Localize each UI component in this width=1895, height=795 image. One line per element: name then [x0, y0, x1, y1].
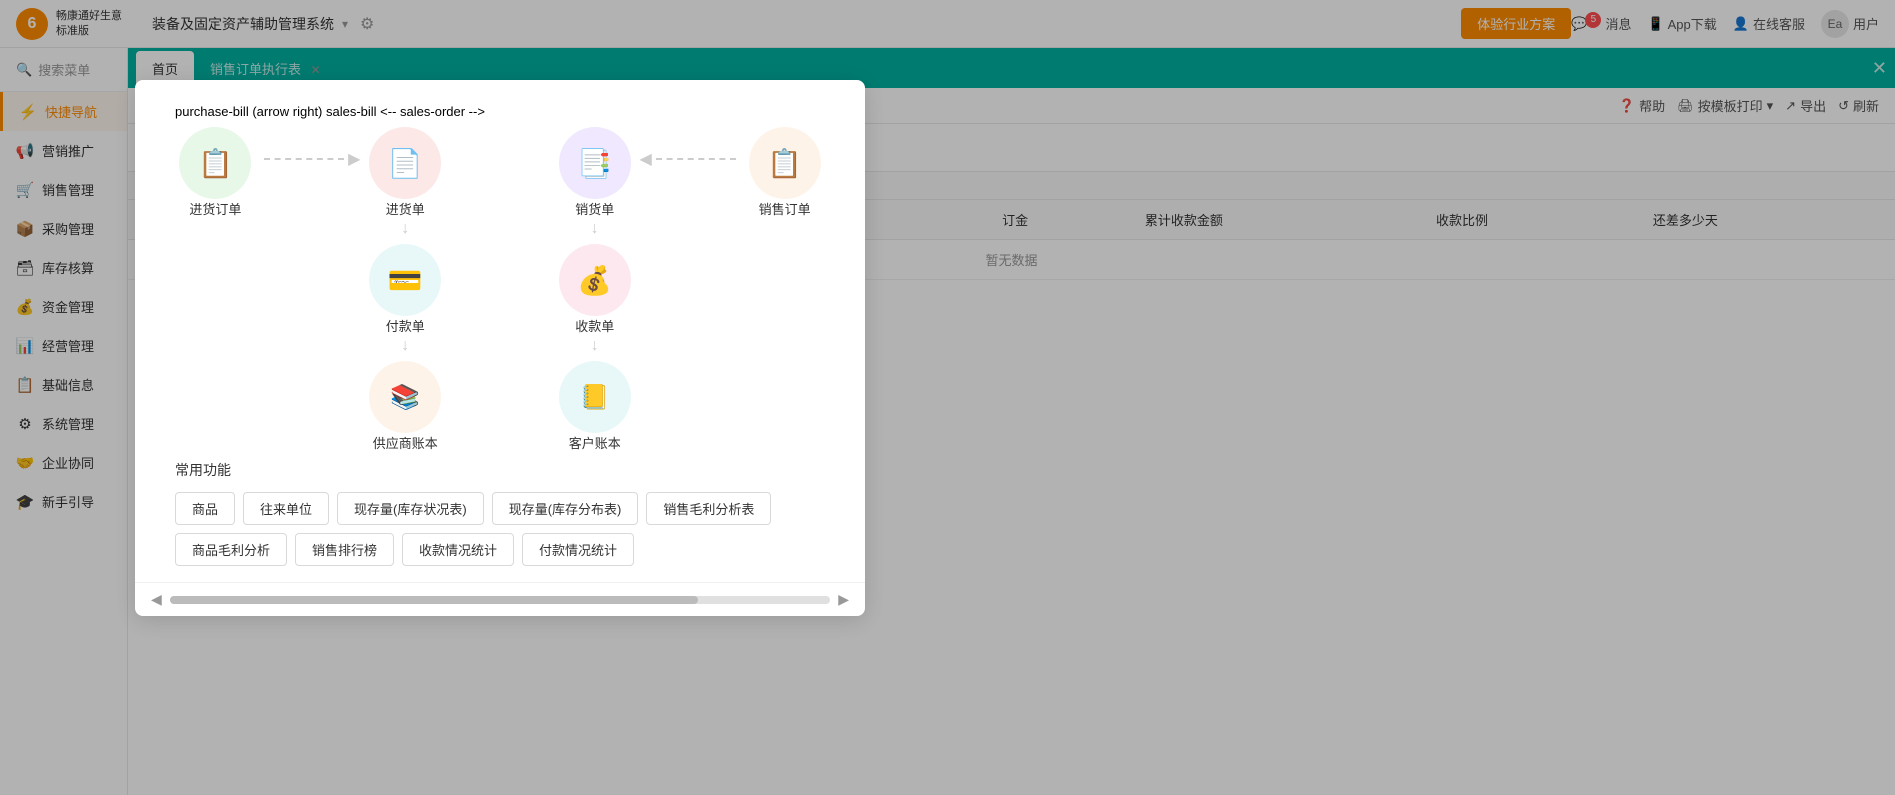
cf-btn-7[interactable]: 收款情况统计 [402, 533, 514, 566]
flow-node-sales-order[interactable]: 📋 [749, 127, 821, 199]
flow-node-payment-bill[interactable]: 💳 [369, 244, 441, 316]
flow-node-customer-account[interactable]: 📒 [559, 361, 631, 433]
flow-node-sales-bill[interactable]: 📑 [559, 127, 631, 199]
arrow-down-supplier: ↓ [401, 337, 409, 355]
scroll-track [170, 596, 830, 604]
cf-title: 常用功能 [175, 460, 825, 480]
cf-btn-4[interactable]: 销售毛利分析表 [646, 492, 771, 525]
purchase-bill-label: 进货单 [386, 199, 425, 218]
flow-node-receipt-bill[interactable]: 💰 [559, 244, 631, 316]
receipt-bill-label: 收款单 [575, 316, 614, 335]
arrow-down-customer: ↓ [591, 337, 599, 355]
flow-node-purchase-order[interactable]: 📋 [179, 127, 251, 199]
flow-node-purchase-bill[interactable]: 📄 [369, 127, 441, 199]
cf-btn-8[interactable]: 付款情况统计 [522, 533, 634, 566]
cf-btn-6[interactable]: 销售排行榜 [295, 533, 394, 566]
cf-btn-1[interactable]: 往来单位 [243, 492, 329, 525]
cf-btn-0[interactable]: 商品 [175, 492, 235, 525]
arrow-down-payment: ↓ [401, 220, 409, 238]
modal-overlay[interactable]: purchase-bill (arrow right) sales-bill <… [0, 0, 1895, 795]
cf-btn-3[interactable]: 现存量(库存分布表) [492, 492, 639, 525]
flow-node-supplier-account[interactable]: 📚 [369, 361, 441, 433]
sales-bill-label: 销货单 [575, 199, 614, 218]
modal-scrollbar: ◀ ▶ [135, 582, 865, 616]
scroll-left-icon[interactable]: ◀ [151, 591, 162, 608]
purchase-order-label: 进货订单 [189, 199, 241, 218]
payment-bill-label: 付款单 [386, 316, 425, 335]
supplier-account-label: 供应商账本 [373, 433, 438, 452]
scroll-thumb [170, 596, 698, 604]
arrow-down-receipt: ↓ [591, 220, 599, 238]
sales-order-label: 销售订单 [759, 199, 811, 218]
flow-diagram: purchase-bill (arrow right) sales-bill <… [175, 104, 825, 452]
scroll-right-icon[interactable]: ▶ [838, 591, 849, 608]
cf-btn-2[interactable]: 现存量(库存状况表) [337, 492, 484, 525]
flow-modal: purchase-bill (arrow right) sales-bill <… [135, 80, 865, 616]
common-functions: 常用功能 商品往来单位现存量(库存状况表)现存量(库存分布表)销售毛利分析表商品… [175, 460, 825, 566]
customer-account-label: 客户账本 [569, 433, 621, 452]
cf-btn-5[interactable]: 商品毛利分析 [175, 533, 287, 566]
